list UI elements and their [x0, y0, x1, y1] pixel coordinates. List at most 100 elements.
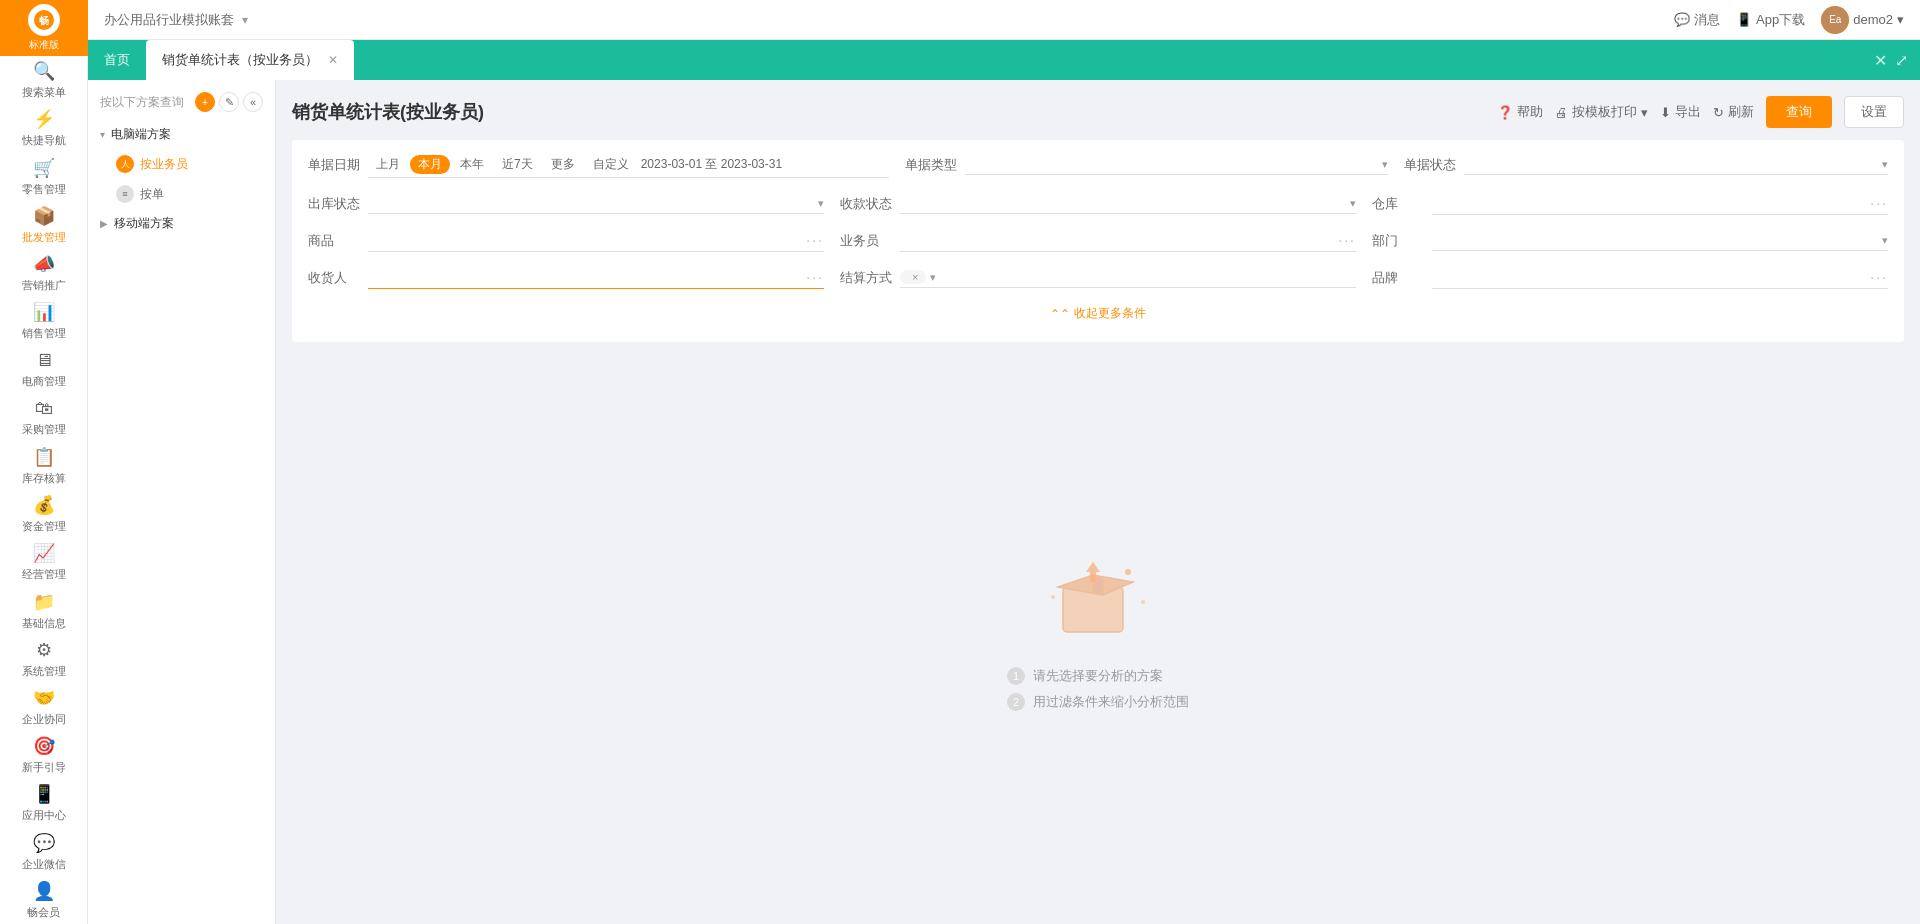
sidebar-item-label: 销售管理: [22, 326, 66, 341]
message-button[interactable]: 💬 消息: [1674, 11, 1720, 29]
date-btn-more[interactable]: 更多: [543, 155, 583, 174]
tab-close-icon[interactable]: ✕: [328, 53, 338, 67]
sidebar-item-label: 库存核算: [22, 471, 66, 486]
empty-tip-text-1: 请先选择要分析的方案: [1033, 667, 1163, 685]
date-btn-this-month[interactable]: 本月: [410, 155, 450, 174]
brand-label: 品牌: [1372, 269, 1424, 287]
topbar: 办公用品行业模拟账套 ▾ 💬 消息 📱 App下载 Ea demo2 ▾: [88, 0, 1920, 40]
export-button[interactable]: ⬇ 导出: [1660, 103, 1701, 121]
user-profile[interactable]: Ea demo2 ▾: [1821, 6, 1904, 34]
plan-item-by-salesman[interactable]: 人 按业务员: [88, 149, 275, 179]
sidebar-item-quick-nav[interactable]: ⚡ 快捷导航: [0, 104, 87, 152]
mobile-group-arrow-icon: ▶: [100, 218, 108, 229]
sidebar-item-purchase[interactable]: 🛍 采购管理: [0, 394, 87, 442]
sidebar-item-app-center[interactable]: 📱 应用中心: [0, 779, 87, 827]
left-panel-title: 按以下方案查询 + ✎ «: [88, 92, 275, 120]
sidebar-item-operations[interactable]: 📈 经营管理: [0, 538, 87, 586]
sidebar-item-retail[interactable]: 🛒 零售管理: [0, 152, 87, 200]
plan-group-mobile-title[interactable]: ▶ 移动端方案: [88, 209, 275, 238]
date-btn-last-month[interactable]: 上月: [368, 155, 408, 174]
doc-type-control[interactable]: ▾: [965, 155, 1389, 175]
inventory-icon: 📋: [33, 446, 55, 468]
out-status-control[interactable]: ▾: [368, 194, 824, 214]
settings-button[interactable]: 设置: [1844, 96, 1904, 128]
help-button[interactable]: ❓ 帮助: [1497, 103, 1543, 121]
dept-control[interactable]: ▾: [1432, 231, 1888, 251]
sidebar-item-inventory[interactable]: 📋 库存核算: [0, 442, 87, 490]
filters-block: 单据日期 上月 本月 本年 近7天 更多 自定义 2023-03-01 至 20…: [292, 140, 1904, 342]
sidebar-item-member[interactable]: 👤 畅会员: [0, 876, 87, 924]
goods-control[interactable]: ···: [368, 229, 824, 252]
sidebar-item-label: 电商管理: [22, 374, 66, 389]
warehouse-control[interactable]: ···: [1432, 192, 1888, 215]
warehouse-dots-icon: ···: [1870, 195, 1888, 211]
export-label: 导出: [1675, 103, 1701, 121]
goods-label: 商品: [308, 232, 360, 250]
brand-control[interactable]: ···: [1432, 266, 1888, 289]
app-logo: 畅 标准版: [0, 0, 88, 56]
sidebar-item-label: 基础信息: [22, 616, 66, 631]
date-btn-custom[interactable]: 自定义: [585, 155, 637, 174]
tab-maximize-icon[interactable]: ⤢: [1895, 51, 1908, 70]
plan-item-label-order: 按单: [140, 186, 164, 203]
breadcrumb-arrow-icon[interactable]: ▾: [242, 13, 248, 27]
tab-home[interactable]: 首页: [88, 40, 146, 80]
tab-sales-stats[interactable]: 销货单统计表（按业务员） ✕: [146, 40, 354, 80]
plan-item-by-order[interactable]: ≡ 按单: [88, 179, 275, 209]
tabbar-right: ✕ ⤢: [1874, 51, 1920, 70]
filter-item-date: 单据日期 上月 本月 本年 近7天 更多 自定义 2023-03-01 至 20…: [308, 152, 889, 178]
add-plan-button[interactable]: +: [195, 92, 215, 112]
marketing-icon: 📣: [33, 253, 55, 275]
tab-sales-stats-label: 销货单统计表（按业务员）: [162, 51, 318, 69]
svg-text:畅: 畅: [39, 15, 49, 26]
logo-icon: 畅: [28, 4, 60, 36]
salesman-control[interactable]: ···: [900, 229, 1356, 252]
collapse-more-button[interactable]: ⌃⌃ 收起更多条件: [308, 297, 1888, 330]
consignee-control[interactable]: ···: [368, 266, 824, 289]
tab-close-window-icon[interactable]: ✕: [1874, 51, 1887, 70]
app-download-button[interactable]: 📱 App下载: [1736, 11, 1805, 29]
sidebar-item-ecommerce[interactable]: 🖥 电商管理: [0, 345, 87, 393]
sidebar-item-enterprise[interactable]: 🤝 企业协同: [0, 683, 87, 731]
tabbar: 首页 销货单统计表（按业务员） ✕ ✕ ⤢: [88, 40, 1920, 80]
sidebar-item-sales[interactable]: 📊 销售管理: [0, 297, 87, 345]
sidebar-item-wholesale[interactable]: 📦 批发管理: [0, 201, 87, 249]
collect-status-label: 收款状态: [840, 195, 892, 213]
sidebar-item-label: 批发管理: [22, 230, 66, 245]
collapse-panel-button[interactable]: «: [243, 92, 263, 112]
sidebar-item-label: 采购管理: [22, 422, 66, 437]
sidebar-item-marketing[interactable]: 📣 营销推广: [0, 249, 87, 297]
print-button[interactable]: 🖨 按模板打印 ▾: [1555, 103, 1648, 121]
consignee-input[interactable]: [368, 270, 806, 285]
dept-arrow-icon: ▾: [1882, 234, 1888, 247]
collect-status-control[interactable]: ▾: [900, 194, 1356, 214]
print-arrow-icon[interactable]: ▾: [1641, 105, 1648, 120]
sidebar-item-search-menu[interactable]: 🔍 搜索菜单: [0, 56, 87, 104]
refresh-button[interactable]: ↻ 刷新: [1713, 103, 1754, 121]
filter-item-salesman: 业务员 ···: [840, 229, 1356, 252]
print-icon: 🖨: [1555, 105, 1568, 120]
date-btn-this-year[interactable]: 本年: [452, 155, 492, 174]
dept-label: 部门: [1372, 232, 1424, 250]
system-icon: ⚙: [36, 639, 52, 661]
sidebar-item-system[interactable]: ⚙ 系统管理: [0, 635, 87, 683]
date-btn-7days[interactable]: 近7天: [494, 155, 541, 174]
filter-row-3: 商品 ··· 业务员 ··· 部门: [308, 229, 1888, 252]
collapse-icon: ⌃⌃: [1050, 307, 1070, 321]
sidebar-item-finance[interactable]: 💰 资金管理: [0, 490, 87, 538]
search-menu-icon: 🔍: [33, 60, 55, 82]
doc-status-control[interactable]: ▾: [1464, 155, 1888, 175]
settlement-tag-close-icon[interactable]: ×: [912, 271, 918, 283]
query-button[interactable]: 查询: [1766, 96, 1832, 128]
settlement-control[interactable]: × ▾: [900, 267, 1356, 288]
left-panel-title-text: 按以下方案查询: [100, 94, 184, 111]
sidebar-item-basic[interactable]: 📁 基础信息: [0, 586, 87, 634]
empty-illustration: [1038, 547, 1158, 647]
plan-group-desktop-title[interactable]: ▾ 电脑端方案: [88, 120, 275, 149]
edit-plan-button[interactable]: ✎: [219, 92, 239, 112]
sidebar-item-wechat[interactable]: 💬 企业微信: [0, 828, 87, 876]
user-dropdown-icon[interactable]: ▾: [1897, 12, 1904, 27]
sidebar-item-newbie[interactable]: 🎯 新手引导: [0, 731, 87, 779]
quick-nav-icon: ⚡: [33, 108, 55, 130]
plan-item-icon-order: ≡: [116, 185, 134, 203]
